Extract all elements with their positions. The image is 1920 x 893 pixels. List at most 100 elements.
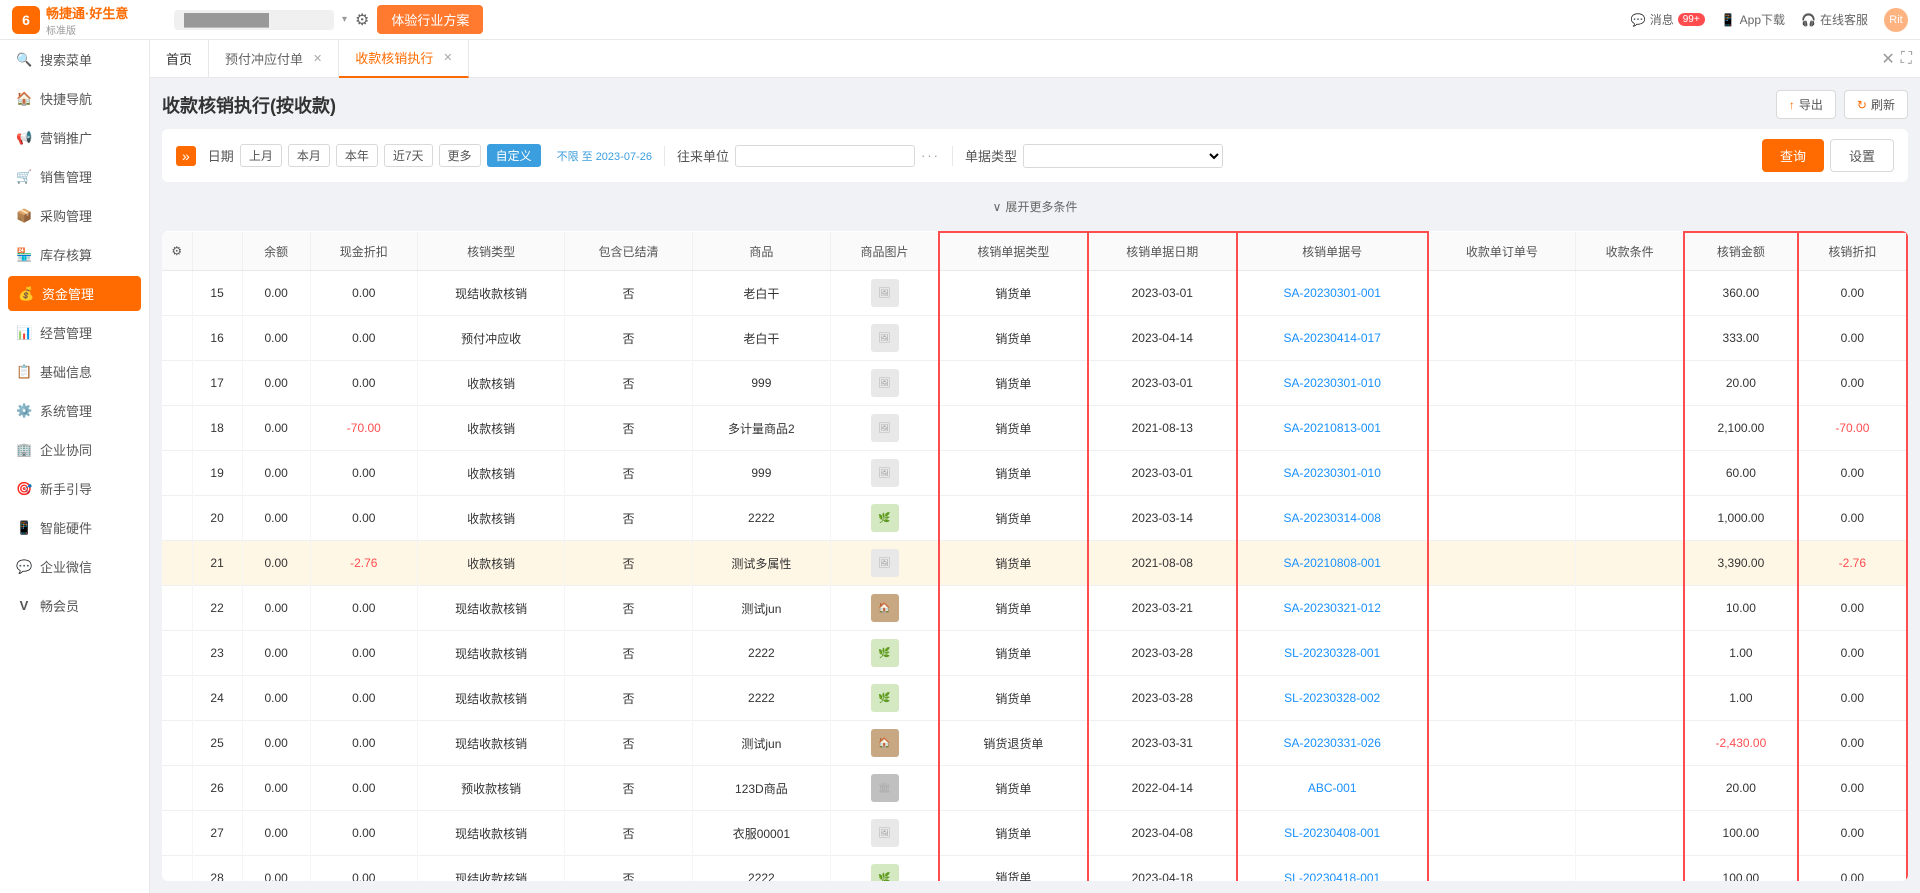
this-month-btn[interactable]: 本月 <box>288 144 330 167</box>
chevron-down-icon[interactable]: ▾ <box>342 14 347 25</box>
gear-button[interactable]: ⚙ <box>355 10 369 30</box>
td-cancel-bill-no[interactable]: SL-20230418-001 <box>1237 856 1428 882</box>
td-cancel-type: 收款核销 <box>418 361 565 406</box>
td-balance: 0.00 <box>242 496 310 541</box>
td-receipt-condition <box>1576 361 1684 406</box>
filter-expand-toggle[interactable]: » <box>176 146 196 166</box>
last7-btn[interactable]: 近7天 <box>384 144 433 167</box>
td-cancel-amount: 10.00 <box>1684 586 1798 631</box>
td-seq: 20 <box>192 496 242 541</box>
sidebar-item-inventory[interactable]: 🏪 库存核算 <box>0 235 149 274</box>
partner-input[interactable] <box>735 145 915 167</box>
sales-icon: 🛒 <box>16 169 32 185</box>
tab-prepay[interactable]: 预付冲应付单 ✕ <box>209 40 339 78</box>
expand-more-button[interactable]: ∨ 展开更多条件 <box>993 198 1078 215</box>
sidebar-item-smart-hw[interactable]: 📱 智能硬件 <box>0 508 149 547</box>
expand-more-label: 展开更多条件 <box>1005 198 1077 215</box>
td-cancel-amount: 1.00 <box>1684 631 1798 676</box>
sidebar-label-basic-info: 基础信息 <box>40 362 92 381</box>
bill-type-select[interactable] <box>1023 144 1223 168</box>
td-cancel-amount: 100.00 <box>1684 811 1798 856</box>
industry-button[interactable]: 体验行业方案 <box>377 5 483 34</box>
custom-btn[interactable]: 自定义 <box>487 144 541 167</box>
td-cancel-bill-no[interactable]: SA-20210808-001 <box>1237 541 1428 586</box>
td-cash-discount: 0.00 <box>310 316 418 361</box>
td-cancel-bill-no[interactable]: SA-20230331-026 <box>1237 721 1428 766</box>
td-balance: 0.00 <box>242 811 310 856</box>
enterprise-icon: 🏢 <box>16 442 32 458</box>
th-settings[interactable]: ⚙ <box>162 232 192 271</box>
query-button[interactable]: 查询 <box>1762 139 1824 172</box>
td-cash-discount: 0.00 <box>310 856 418 882</box>
td-cancel-amount: 360.00 <box>1684 271 1798 316</box>
td-settings <box>162 586 192 631</box>
td-balance: 0.00 <box>242 856 310 882</box>
sidebar-item-guide[interactable]: 🎯 新手引导 <box>0 469 149 508</box>
td-cash-discount: -2.76 <box>310 541 418 586</box>
td-cash-discount: 0.00 <box>310 766 418 811</box>
tab-expand-icon[interactable]: ⛶ <box>1901 50 1912 68</box>
tab-collection[interactable]: 收款核销执行 ✕ <box>339 40 469 78</box>
td-receipt-condition <box>1576 856 1684 882</box>
bill-type-filter-section: 单据类型 <box>965 144 1223 168</box>
sidebar-item-system[interactable]: ⚙️ 系统管理 <box>0 391 149 430</box>
sidebar-item-search[interactable]: 🔍 搜索菜单 <box>0 40 149 79</box>
td-cancel-bill-no[interactable]: SA-20230321-012 <box>1237 586 1428 631</box>
td-included: 否 <box>565 496 692 541</box>
sidebar-item-member[interactable]: V 畅会员 <box>0 586 149 625</box>
td-cancel-bill-no[interactable]: SA-20230301-001 <box>1237 271 1428 316</box>
td-cancel-discount: -70.00 <box>1798 406 1907 451</box>
td-cancel-bill-no[interactable]: SA-20230301-010 <box>1237 361 1428 406</box>
td-cancel-bill-no[interactable]: ABC-001 <box>1237 766 1428 811</box>
sidebar-item-enterprise[interactable]: 🏢 企业协同 <box>0 430 149 469</box>
td-cancel-bill-no[interactable]: SL-20230408-001 <box>1237 811 1428 856</box>
more-btn[interactable]: 更多 <box>439 144 481 167</box>
last-month-btn[interactable]: 上月 <box>240 144 282 167</box>
collection-tab-close-icon[interactable]: ✕ <box>443 51 452 64</box>
td-balance: 0.00 <box>242 586 310 631</box>
sidebar-item-marketing[interactable]: 📢 营销推广 <box>0 118 149 157</box>
this-year-btn[interactable]: 本年 <box>336 144 378 167</box>
avatar[interactable]: Rit <box>1884 8 1908 32</box>
td-cancel-bill-no[interactable]: SA-20230314-008 <box>1237 496 1428 541</box>
prepay-tab-close-icon[interactable]: ✕ <box>313 52 322 65</box>
message-item[interactable]: 💬 消息 99+ <box>1631 11 1705 28</box>
td-cancel-bill-date: 2023-03-01 <box>1088 361 1237 406</box>
tab-close-action-icon[interactable]: ✕ <box>1881 49 1894 69</box>
app-download-item[interactable]: 📱 App下载 <box>1721 11 1785 28</box>
online-service-item[interactable]: 🎧 在线客服 <box>1801 11 1868 28</box>
td-receipt-condition <box>1576 451 1684 496</box>
td-cancel-bill-no[interactable]: SA-20230301-010 <box>1237 451 1428 496</box>
sidebar-item-wechat[interactable]: 💬 企业微信 <box>0 547 149 586</box>
sidebar-item-basic-info[interactable]: 📋 基础信息 <box>0 352 149 391</box>
tab-home[interactable]: 首页 <box>150 40 209 78</box>
td-cancel-bill-date: 2022-04-14 <box>1088 766 1237 811</box>
sidebar-item-operations[interactable]: 📊 经营管理 <box>0 313 149 352</box>
td-settings <box>162 676 192 721</box>
app-icon: 📱 <box>1721 13 1736 27</box>
smart-hw-icon: 📱 <box>16 520 32 536</box>
td-cancel-discount: 0.00 <box>1798 631 1907 676</box>
td-cancel-bill-no[interactable]: SL-20230328-002 <box>1237 676 1428 721</box>
td-cancel-bill-type: 销货单 <box>939 676 1088 721</box>
partner-dots[interactable]: ··· <box>921 148 940 163</box>
table-row: 24 0.00 0.00 现结收款核销 否 2222 🌿 销货单 2023-03… <box>162 676 1907 721</box>
td-cancel-bill-no[interactable]: SA-20230414-017 <box>1237 316 1428 361</box>
td-cancel-bill-no[interactable]: SL-20230328-001 <box>1237 631 1428 676</box>
refresh-button[interactable]: ↻ 刷新 <box>1844 90 1908 119</box>
sidebar-item-finance[interactable]: 💰 资金管理 <box>8 276 141 311</box>
td-receipt-order-no <box>1428 406 1576 451</box>
brand-edition: 标准版 <box>46 22 128 37</box>
td-product-img: 🖼 <box>831 406 939 451</box>
td-cancel-discount: 0.00 <box>1798 721 1907 766</box>
setting-button[interactable]: 设置 <box>1830 139 1894 172</box>
sidebar-item-sales[interactable]: 🛒 销售管理 <box>0 157 149 196</box>
td-product-img: 🖼 <box>831 451 939 496</box>
sidebar-item-quick-nav[interactable]: 🏠 快捷导航 <box>0 79 149 118</box>
sidebar-item-purchase[interactable]: 📦 采购管理 <box>0 196 149 235</box>
td-cash-discount: 0.00 <box>310 721 418 766</box>
td-cancel-type: 预付冲应收 <box>418 316 565 361</box>
td-product: 2222 <box>692 631 830 676</box>
td-cancel-bill-no[interactable]: SA-20210813-001 <box>1237 406 1428 451</box>
export-button[interactable]: ↑ 导出 <box>1776 90 1836 119</box>
